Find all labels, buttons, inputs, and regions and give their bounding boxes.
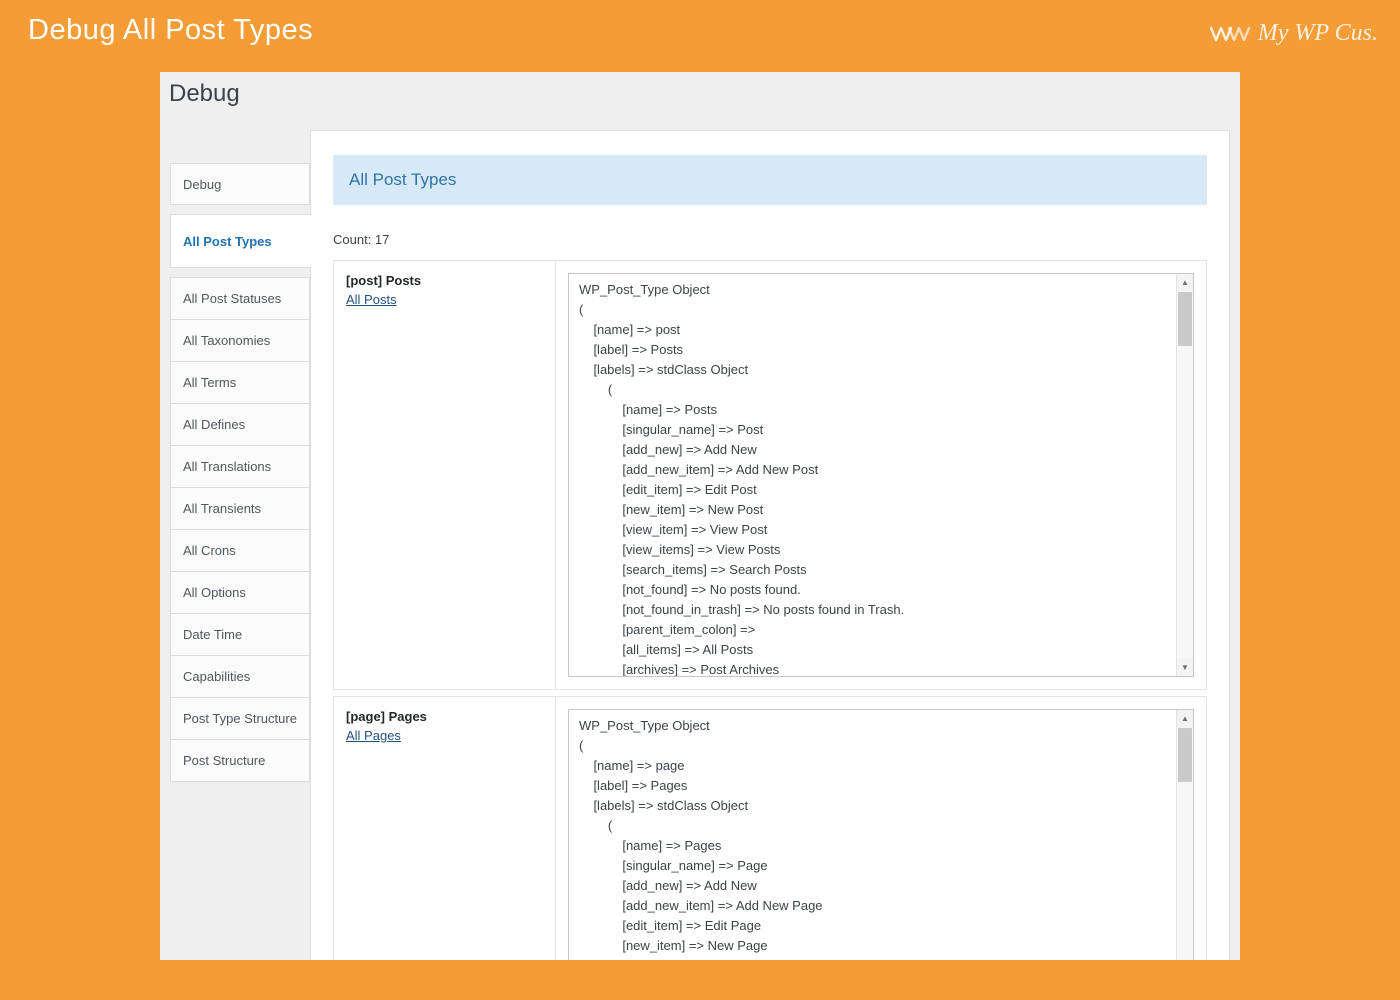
all-pages-link[interactable]: All Pages [346,728,401,743]
section-banner: All Post Types [333,155,1207,205]
panel-title: Debug [169,80,240,107]
object-dump: WP_Post_Type Object ( [name] => post [la… [579,282,905,677]
sidebar-item-post-type-structure[interactable]: Post Type Structure [170,697,310,740]
object-dump-scrollbox[interactable]: WP_Post_Type Object ( [name] => post [la… [568,273,1194,677]
section-banner-title: All Post Types [349,170,457,189]
sidebar-item-all-crons[interactable]: All Crons [170,529,310,572]
sidebar-item-all-defines[interactable]: All Defines [170,403,310,446]
object-dump-cell: WP_Post_Type Object ( [name] => post [la… [556,261,1206,689]
scrollbar-thumb[interactable] [1178,728,1192,782]
brand-text: My WP Cus. [1257,20,1378,46]
post-type-key: [page] Pages [346,709,427,724]
brand-waves-icon [1209,26,1250,41]
sidebar-item-debug[interactable]: Debug [170,163,310,205]
table-row: [page] Pages All Pages WP_Post_Type Obje… [333,696,1207,960]
sidebar-item-all-taxonomies[interactable]: All Taxonomies [170,319,310,362]
all-posts-link[interactable]: All Posts [346,292,397,307]
sidebar-tab-group: All Post Statuses All Taxonomies All Ter… [170,277,311,782]
scrollbar-thumb[interactable] [1178,292,1192,346]
sidebar-item-all-options[interactable]: All Options [170,571,310,614]
sidebar-item-all-post-types[interactable]: All Post Types [170,214,311,268]
sidebar: Debug All Post Types All Post Statuses A… [170,163,311,782]
content-box: All Post Types Count: 17 [post] Posts Al… [310,130,1230,960]
sidebar-item-date-time[interactable]: Date Time [170,613,310,656]
scroll-up-icon[interactable]: ▲ [1177,274,1193,291]
sidebar-item-all-terms[interactable]: All Terms [170,361,310,404]
debug-panel: Debug Debug All Post Types All Post Stat… [160,72,1240,960]
scrollbar[interactable]: ▲ ▼ [1176,274,1193,676]
sidebar-item-all-post-statuses[interactable]: All Post Statuses [170,277,310,320]
scroll-down-icon[interactable]: ▼ [1177,659,1193,676]
table-row: [post] Posts All Posts WP_Post_Type Obje… [333,260,1207,690]
object-dump-cell: WP_Post_Type Object ( [name] => page [la… [556,697,1206,960]
post-type-key: [post] Posts [346,273,422,288]
object-dump: WP_Post_Type Object ( [name] => page [la… [579,718,823,953]
sidebar-item-all-transients[interactable]: All Transients [170,487,310,530]
scrollbar[interactable]: ▲ ▼ [1176,710,1193,960]
post-type-cell: [post] Posts All Posts [334,261,556,689]
scroll-up-icon[interactable]: ▲ [1177,710,1193,727]
object-dump-scrollbox[interactable]: WP_Post_Type Object ( [name] => page [la… [568,709,1194,960]
sidebar-item-capabilities[interactable]: Capabilities [170,655,310,698]
sidebar-item-post-structure[interactable]: Post Structure [170,739,310,782]
post-types-table: [post] Posts All Posts WP_Post_Type Obje… [333,260,1207,960]
post-type-cell: [page] Pages All Pages [334,697,556,960]
sidebar-item-all-translations[interactable]: All Translations [170,445,310,488]
brand: My WP Cus. [1209,20,1378,47]
count-label: Count: 17 [333,232,390,247]
page-title: Debug All Post Types [28,14,314,46]
